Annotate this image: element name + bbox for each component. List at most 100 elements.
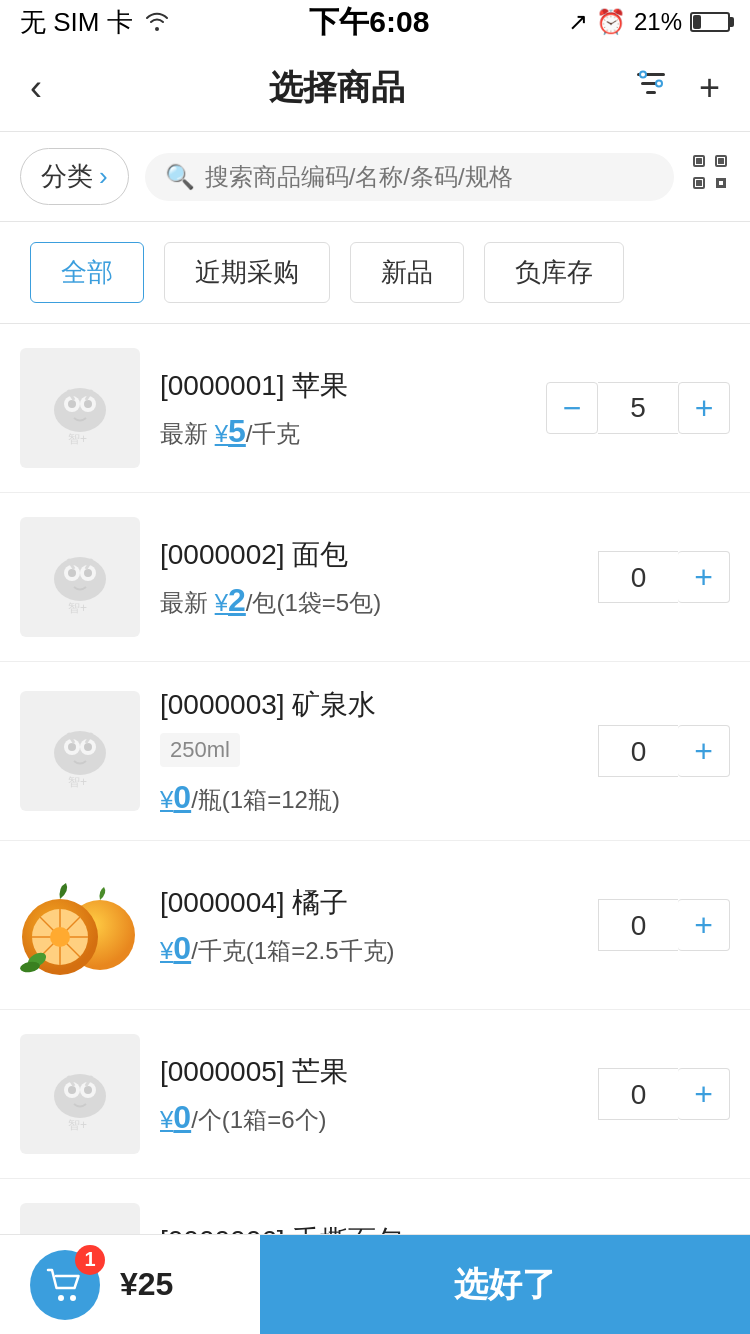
cart-badge: 1 (75, 1245, 105, 1275)
tabs-bar: 全部 近期采购 新品 负库存 (0, 222, 750, 324)
status-bar: 无 SIM 卡 下午6:08 ↗ ⏰ 21% (0, 0, 750, 44)
category-label: 分类 (41, 159, 93, 194)
confirm-button[interactable]: 选好了 (260, 1235, 750, 1334)
quantity-control-0000005: 0 + (598, 1068, 730, 1120)
price-prefix: 最新 (160, 589, 215, 616)
svg-rect-14 (723, 178, 726, 188)
price-unit: /瓶(1箱=12瓶) (191, 786, 340, 813)
svg-text:智+: 智+ (68, 775, 87, 789)
cart-total: ¥25 (120, 1266, 173, 1303)
product-name-0000004: [0000004] 橘子 (160, 884, 578, 922)
product-name-0000001: [0000001] 苹果 (160, 367, 526, 405)
quantity-input[interactable] (598, 382, 678, 434)
quantity-display: 0 (598, 899, 678, 951)
price-prefix: 最新 (160, 420, 215, 447)
price-value: 2 (228, 582, 246, 618)
svg-point-21 (54, 557, 106, 601)
svg-text:智+: 智+ (68, 1118, 87, 1132)
product-name-0000003: [0000003] 矿泉水 (160, 686, 578, 724)
tab-new[interactable]: 新品 (350, 242, 464, 303)
quantity-increase-button[interactable]: + (678, 1068, 730, 1120)
price-value: 5 (228, 413, 246, 449)
quantity-control-0000001: − + (546, 382, 730, 434)
search-input[interactable] (205, 163, 654, 191)
list-item: 智+ [0000003] 矿泉水 250ml ¥0/瓶(1箱=12瓶) 0 + (0, 662, 750, 841)
product-spec-0000003: 250ml (160, 733, 240, 767)
back-button[interactable]: ‹ (30, 67, 42, 109)
price-unit: /个(1箱=6个) (191, 1106, 326, 1133)
cart-section: 1 ¥25 (0, 1250, 260, 1320)
svg-point-27 (54, 731, 106, 775)
battery-percent: 21% (634, 8, 682, 36)
quantity-increase-button[interactable]: + (678, 382, 730, 434)
price-unit: /千克 (246, 420, 301, 447)
search-icon: 🔍 (165, 163, 195, 191)
add-button[interactable]: + (699, 67, 720, 109)
page-title: 选择商品 (269, 65, 405, 111)
price-value: 0 (173, 779, 191, 815)
product-info-0000002: [0000002] 面包 最新 ¥2/包(1袋=5包) (160, 536, 578, 619)
svg-point-25 (84, 569, 92, 577)
quantity-display: 0 (598, 551, 678, 603)
svg-point-3 (640, 72, 646, 78)
svg-rect-8 (718, 158, 724, 164)
scan-button[interactable] (690, 152, 730, 201)
location-icon: ↗ (568, 8, 588, 36)
svg-point-62 (70, 1295, 76, 1301)
alarm-icon: ⏰ (596, 8, 626, 36)
svg-point-43 (54, 1074, 106, 1118)
quantity-increase-button[interactable]: + (678, 551, 730, 603)
quantity-display: 0 (598, 1068, 678, 1120)
quantity-increase-button[interactable]: + (678, 899, 730, 951)
status-time: 下午6:08 (309, 2, 429, 43)
product-info-0000004: [0000004] 橘子 ¥0/千克(1箱=2.5千克) (160, 884, 578, 967)
carrier-label: 无 SIM 卡 (20, 5, 133, 40)
svg-point-40 (50, 927, 70, 947)
product-image-0000005: 智+ (20, 1034, 140, 1154)
svg-point-46 (68, 1086, 76, 1094)
svg-point-47 (84, 1086, 92, 1094)
cart-icon-wrap[interactable]: 1 (30, 1250, 100, 1320)
svg-point-15 (54, 388, 106, 432)
svg-point-30 (68, 743, 76, 751)
product-image-0000003: 智+ (20, 691, 140, 811)
product-info-0000003: [0000003] 矿泉水 250ml ¥0/瓶(1箱=12瓶) (160, 686, 578, 816)
svg-point-19 (84, 400, 92, 408)
product-image-0000001: 智+ (20, 348, 140, 468)
category-button[interactable]: 分类 › (20, 148, 129, 205)
quantity-decrease-button[interactable]: − (546, 382, 598, 434)
price-value: 0 (173, 1099, 191, 1135)
svg-text:智+: 智+ (68, 601, 87, 615)
product-price-0000003: ¥0/瓶(1箱=12瓶) (160, 779, 578, 816)
product-info-0000005: [0000005] 芒果 ¥0/个(1箱=6个) (160, 1053, 578, 1136)
svg-rect-13 (716, 178, 719, 188)
nav-actions: + (633, 65, 720, 110)
product-price-0000001: 最新 ¥5/千克 (160, 413, 526, 450)
list-item: [0000004] 橘子 ¥0/千克(1箱=2.5千克) 0 + (0, 841, 750, 1010)
battery-icon (690, 12, 730, 32)
list-item: 智+ [0000002] 面包 最新 ¥2/包(1袋=5包) 0 + (0, 493, 750, 662)
category-arrow: › (99, 161, 108, 192)
tab-all[interactable]: 全部 (30, 242, 144, 303)
quantity-control-0000002: 0 + (598, 551, 730, 603)
list-item: 智+ [0000005] 芒果 ¥0/个(1箱=6个) 0 + (0, 1010, 750, 1179)
status-right: ↗ ⏰ 21% (568, 8, 730, 36)
svg-point-31 (84, 743, 92, 751)
price-value: 0 (173, 930, 191, 966)
quantity-display: 0 (598, 725, 678, 777)
quantity-control-0000003: 0 + (598, 725, 730, 777)
svg-point-24 (68, 569, 76, 577)
price-unit: /包(1袋=5包) (246, 589, 381, 616)
search-box: 🔍 (145, 153, 674, 201)
bottom-bar: 1 ¥25 选好了 (0, 1234, 750, 1334)
filter-button[interactable] (633, 65, 669, 110)
wifi-icon (143, 7, 171, 38)
product-name-0000002: [0000002] 面包 (160, 536, 578, 574)
tab-recent[interactable]: 近期采购 (164, 242, 330, 303)
tab-negative[interactable]: 负库存 (484, 242, 624, 303)
product-price-0000005: ¥0/个(1箱=6个) (160, 1099, 578, 1136)
product-price-0000002: 最新 ¥2/包(1袋=5包) (160, 582, 578, 619)
quantity-increase-button[interactable]: + (678, 725, 730, 777)
filter-bar: 分类 › 🔍 (0, 132, 750, 222)
quantity-control-0000004: 0 + (598, 899, 730, 951)
